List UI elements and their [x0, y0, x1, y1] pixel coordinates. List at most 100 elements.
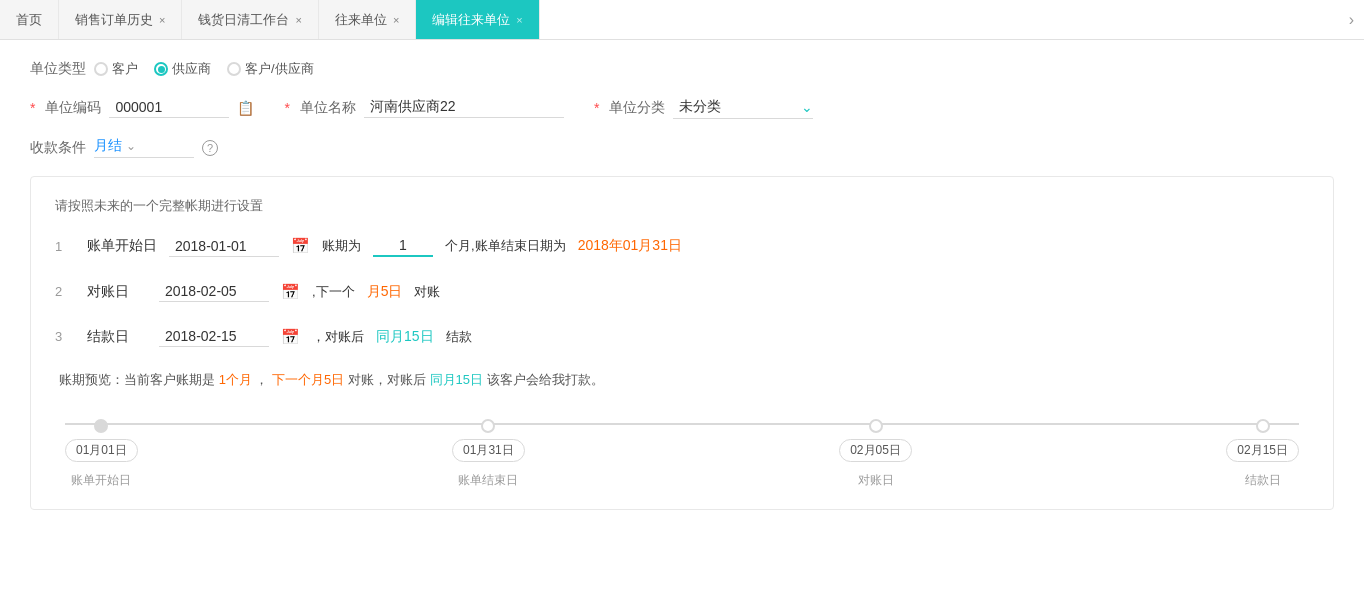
unit-name-group: * 单位名称 — [284, 97, 563, 118]
tab-home-label: 首页 — [16, 11, 42, 29]
period-row-3: 3 结款日 📅 ，对账后 同月15日 结款 — [55, 326, 1309, 347]
tab-bar: 首页 销售订单历史 × 钱货日清工作台 × 往来单位 × 编辑往来单位 × › — [0, 0, 1364, 40]
timeline-dot-1 — [481, 419, 495, 433]
preview-prefix: 账期预览：当前客户账期是 — [59, 372, 215, 387]
timeline-label-1: 账单结束日 — [458, 472, 518, 489]
timeline-date-1: 01月31日 — [452, 439, 525, 462]
preview-text: 账期预览：当前客户账期是 1个月 ， 下一个月5日 对账，对账后 同月15日 该… — [55, 371, 1309, 389]
payment-condition-group: 收款条件 月结 ⌄ ? — [30, 137, 218, 158]
radio-both[interactable]: 客户/供应商 — [227, 60, 314, 78]
period-desc-highlight-2: 月5日 — [367, 283, 403, 301]
unit-name-input[interactable] — [364, 97, 564, 118]
timeline-node-0: 01月01日 账单开始日 — [65, 419, 138, 489]
period-mid-text-1: 账期为 — [322, 237, 361, 255]
preview-sep2: 对账，对账后 — [348, 372, 426, 387]
tab-cashier-close[interactable]: × — [295, 14, 301, 26]
tab-edit-partner-close[interactable]: × — [516, 14, 522, 26]
tab-cashier-label: 钱货日清工作台 — [198, 11, 289, 29]
period-label-2: 对账日 — [87, 283, 147, 301]
period-desc-suffix-3: 结款 — [446, 328, 472, 346]
unit-type-row: 单位类型 客户 供应商 客户/供应商 — [30, 60, 1334, 78]
unit-type-label: 单位类型 — [30, 60, 86, 78]
unit-type-group: 单位类型 客户 供应商 客户/供应商 — [30, 60, 314, 78]
unit-code-input[interactable] — [109, 97, 229, 118]
unit-category-group: * 单位分类 未分类 ⌄ — [594, 96, 813, 119]
period-date-input-2[interactable] — [159, 281, 269, 302]
timeline-label-2: 对账日 — [858, 472, 894, 489]
unit-code-label: 单位编码 — [45, 99, 101, 117]
timeline-nodes: 01月01日 账单开始日 01月31日 账单结束日 02月05日 对账日 02月… — [65, 419, 1299, 489]
timeline-dot-3 — [1256, 419, 1270, 433]
tab-cashier[interactable]: 钱货日清工作台 × — [182, 0, 318, 39]
unit-category-arrow-icon: ⌄ — [801, 99, 813, 115]
period-row-2: 2 对账日 📅 ,下一个 月5日 对账 — [55, 281, 1309, 302]
tab-home[interactable]: 首页 — [0, 0, 59, 39]
period-value-input-1[interactable] — [373, 235, 433, 257]
timeline-node-2: 02月05日 对账日 — [839, 419, 912, 489]
calendar-icon-3[interactable]: 📅 — [281, 328, 300, 346]
tab-edit-partner[interactable]: 编辑往来单位 × — [416, 0, 539, 39]
preview-sep1: ， — [255, 372, 268, 387]
period-num-2: 2 — [55, 284, 75, 299]
period-desc-prefix-2: ,下一个 — [312, 283, 355, 301]
unit-type-radio-group: 客户 供应商 客户/供应商 — [94, 60, 314, 78]
section-instruction: 请按照未来的一个完整帐期进行设置 — [55, 197, 1309, 215]
preview-part2: 下一个月5日 — [272, 372, 344, 387]
radio-customer-label: 客户 — [112, 60, 138, 78]
period-row-1: 1 账单开始日 📅 账期为 个月,账单结束日期为 2018年01月31日 — [55, 235, 1309, 257]
period-desc-suffix-2: 对账 — [414, 283, 440, 301]
period-desc-highlight-3: 同月15日 — [376, 328, 434, 346]
unit-category-label: 单位分类 — [609, 99, 665, 117]
unit-category-value: 未分类 — [673, 96, 801, 118]
payment-condition-arrow-icon: ⌄ — [126, 139, 136, 153]
tab-partner[interactable]: 往来单位 × — [319, 0, 416, 39]
unit-name-required: * — [284, 100, 289, 116]
unit-category-select[interactable]: 未分类 ⌄ — [673, 96, 813, 119]
unit-code-group: * 单位编码 📋 — [30, 97, 254, 118]
tab-partner-close[interactable]: × — [393, 14, 399, 26]
period-label-1: 账单开始日 — [87, 237, 157, 255]
unit-name-label: 单位名称 — [300, 99, 356, 117]
period-desc-prefix-3: ，对账后 — [312, 328, 364, 346]
timeline: 01月01日 账单开始日 01月31日 账单结束日 02月05日 对账日 02月… — [55, 409, 1309, 489]
unit-info-row: * 单位编码 📋 * 单位名称 * 单位分类 未分类 ⌄ — [30, 96, 1334, 119]
timeline-node-3: 02月15日 结款日 — [1226, 419, 1299, 489]
radio-supplier[interactable]: 供应商 — [154, 60, 211, 78]
copy-icon[interactable]: 📋 — [237, 100, 254, 116]
unit-category-required: * — [594, 100, 599, 116]
period-date-input-3[interactable] — [159, 326, 269, 347]
timeline-date-0: 01月01日 — [65, 439, 138, 462]
main-content: 单位类型 客户 供应商 客户/供应商 * 单位编码 — [0, 40, 1364, 608]
radio-supplier-circle — [154, 62, 168, 76]
help-icon[interactable]: ? — [202, 140, 218, 156]
period-unit-text-1: 个月,账单结束日期为 — [445, 237, 566, 255]
period-label-3: 结款日 — [87, 328, 147, 346]
tab-partner-label: 往来单位 — [335, 11, 387, 29]
period-end-date-1: 2018年01月31日 — [578, 237, 682, 255]
radio-supplier-label: 供应商 — [172, 60, 211, 78]
timeline-node-1: 01月31日 账单结束日 — [452, 419, 525, 489]
radio-customer[interactable]: 客户 — [94, 60, 138, 78]
tab-sales-history[interactable]: 销售订单历史 × — [59, 0, 182, 39]
timeline-date-3: 02月15日 — [1226, 439, 1299, 462]
timeline-label-0: 账单开始日 — [71, 472, 131, 489]
calendar-icon-1[interactable]: 📅 — [291, 237, 310, 255]
payment-condition-dropdown[interactable]: 月结 ⌄ — [94, 137, 194, 158]
calendar-icon-2[interactable]: 📅 — [281, 283, 300, 301]
tab-sales-history-close[interactable]: × — [159, 14, 165, 26]
timeline-dot-2 — [869, 419, 883, 433]
period-date-input-1[interactable] — [169, 236, 279, 257]
radio-both-circle — [227, 62, 241, 76]
tab-sales-history-label: 销售订单历史 — [75, 11, 153, 29]
preview-part1: 1个月 — [219, 372, 252, 387]
radio-customer-circle — [94, 62, 108, 76]
tab-edit-partner-label: 编辑往来单位 — [432, 11, 510, 29]
period-section: 请按照未来的一个完整帐期进行设置 1 账单开始日 📅 账期为 个月,账单结束日期… — [30, 176, 1334, 510]
tab-expand-button[interactable]: › — [1339, 0, 1364, 39]
timeline-dot-0 — [94, 419, 108, 433]
payment-condition-value: 月结 — [94, 137, 122, 155]
unit-code-required: * — [30, 100, 35, 116]
radio-both-label: 客户/供应商 — [245, 60, 314, 78]
preview-part3: 同月15日 — [430, 372, 483, 387]
preview-suffix: 该客户会给我打款。 — [487, 372, 604, 387]
